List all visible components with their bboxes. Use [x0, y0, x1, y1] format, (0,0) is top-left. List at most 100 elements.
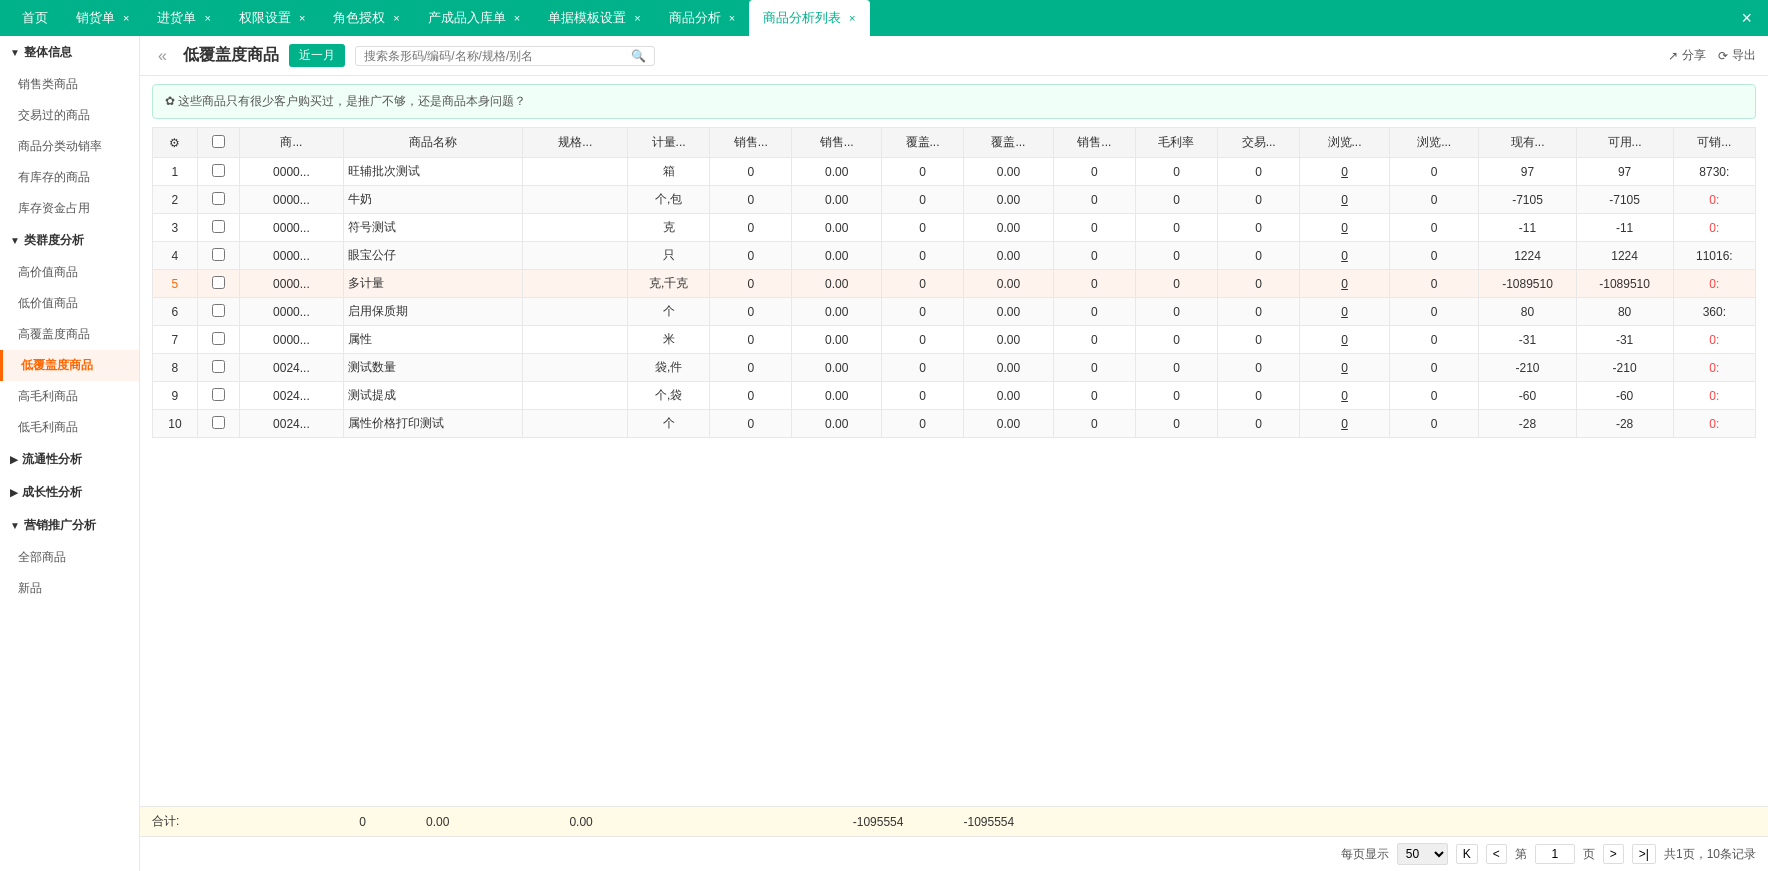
row-checkbox-cell[interactable]: [197, 186, 239, 214]
export-button[interactable]: ⟳ 导出: [1718, 47, 1756, 64]
row-checkbox-cell[interactable]: [197, 382, 239, 410]
transactions: 0: [1218, 298, 1300, 326]
nav-tab-product-in[interactable]: 产成品入库单 ×: [414, 0, 534, 36]
row-checkbox[interactable]: [212, 276, 225, 289]
product-spec: [523, 158, 628, 186]
sidebar-section-cluster[interactable]: ▼ 类群度分析: [0, 224, 139, 257]
close-icon[interactable]: ×: [123, 12, 129, 24]
row-checkbox[interactable]: [212, 332, 225, 345]
coverage1: 0: [881, 354, 963, 382]
row-checkbox-cell[interactable]: [197, 326, 239, 354]
sidebar-item-sale-products[interactable]: 销售类商品: [0, 69, 139, 100]
sidebar-section-growth[interactable]: ▶ 成长性分析: [0, 476, 139, 509]
per-page-select[interactable]: 50 20 100 200: [1397, 843, 1448, 865]
share-button[interactable]: ↗ 分享: [1668, 47, 1706, 64]
row-checkbox[interactable]: [212, 416, 225, 429]
browse1[interactable]: 0: [1300, 214, 1390, 242]
product-name[interactable]: 测试数量: [344, 354, 523, 382]
row-number: 1: [153, 158, 198, 186]
col-header-sale-amt: 销售...: [792, 128, 882, 158]
row-checkbox-cell[interactable]: [197, 158, 239, 186]
nav-tab-analysis-list[interactable]: 商品分析列表 ×: [749, 0, 869, 36]
row-checkbox-cell[interactable]: [197, 270, 239, 298]
browse1[interactable]: 0: [1300, 298, 1390, 326]
row-checkbox[interactable]: [212, 248, 225, 261]
first-page-button[interactable]: K: [1456, 844, 1478, 864]
table-row: 2 0000... 牛奶 个,包 0 0.00 0 0.00 0 0 0 0 0…: [153, 186, 1756, 214]
row-checkbox[interactable]: [212, 388, 225, 401]
sidebar-item-all-products[interactable]: 全部商品: [0, 542, 139, 573]
nav-tab-permission[interactable]: 权限设置 ×: [225, 0, 319, 36]
row-checkbox-cell[interactable]: [197, 354, 239, 382]
row-checkbox-cell[interactable]: [197, 410, 239, 438]
nav-tab-role[interactable]: 角色授权 ×: [319, 0, 413, 36]
search-icon[interactable]: 🔍: [631, 49, 646, 63]
sidebar-section-liquidity[interactable]: ▶ 流通性分析: [0, 443, 139, 476]
close-icon[interactable]: ×: [514, 12, 520, 24]
sidebar-item-new-products[interactable]: 新品: [0, 573, 139, 604]
row-checkbox-cell[interactable]: [197, 298, 239, 326]
product-name[interactable]: 多计量: [344, 270, 523, 298]
product-name[interactable]: 牛奶: [344, 186, 523, 214]
select-all-checkbox[interactable]: [212, 135, 225, 148]
browse1[interactable]: 0: [1300, 326, 1390, 354]
product-code: 0000...: [239, 270, 344, 298]
prev-page-button[interactable]: <: [1486, 844, 1507, 864]
browse1[interactable]: 0: [1300, 382, 1390, 410]
settings-icon[interactable]: ⚙: [153, 128, 198, 158]
product-name[interactable]: 旺辅批次测试: [344, 158, 523, 186]
row-checkbox[interactable]: [212, 220, 225, 233]
sidebar-item-traded-products[interactable]: 交易过的商品: [0, 100, 139, 131]
close-all-button[interactable]: ×: [1733, 8, 1760, 29]
close-icon[interactable]: ×: [729, 12, 735, 24]
close-icon[interactable]: ×: [634, 12, 640, 24]
sidebar-item-high-margin[interactable]: 高毛利商品: [0, 381, 139, 412]
coverage1: 0: [881, 382, 963, 410]
collapse-button[interactable]: «: [152, 45, 173, 67]
browse1[interactable]: 0: [1300, 242, 1390, 270]
nav-tab-template[interactable]: 单据模板设置 ×: [534, 0, 654, 36]
sidebar-item-high-value[interactable]: 高价值商品: [0, 257, 139, 288]
nav-tab-purchase[interactable]: 进货单 ×: [143, 0, 224, 36]
nav-tab-home[interactable]: 首页: [8, 0, 62, 36]
row-checkbox[interactable]: [212, 192, 225, 205]
page-number-input[interactable]: [1535, 844, 1575, 864]
product-name[interactable]: 属性价格打印测试: [344, 410, 523, 438]
nav-tab-analysis[interactable]: 商品分析 ×: [655, 0, 749, 36]
sidebar-item-low-value[interactable]: 低价值商品: [0, 288, 139, 319]
browse1[interactable]: 0: [1300, 354, 1390, 382]
row-checkbox[interactable]: [212, 360, 225, 373]
select-all-header[interactable]: [197, 128, 239, 158]
browse1[interactable]: 0: [1300, 158, 1390, 186]
product-name[interactable]: 符号测试: [344, 214, 523, 242]
row-checkbox-cell[interactable]: [197, 242, 239, 270]
time-filter-button[interactable]: 近一月: [289, 44, 345, 67]
search-input[interactable]: [364, 49, 625, 63]
browse1[interactable]: 0: [1300, 410, 1390, 438]
close-icon[interactable]: ×: [849, 12, 855, 24]
product-name[interactable]: 属性: [344, 326, 523, 354]
sidebar-item-low-coverage[interactable]: 低覆盖度商品: [0, 350, 139, 381]
row-checkbox-cell[interactable]: [197, 214, 239, 242]
close-icon[interactable]: ×: [393, 12, 399, 24]
last-page-button[interactable]: >|: [1632, 844, 1656, 864]
product-code: 0000...: [239, 298, 344, 326]
sidebar-section-marketing[interactable]: ▼ 营销推广分析: [0, 509, 139, 542]
row-checkbox[interactable]: [212, 304, 225, 317]
close-icon[interactable]: ×: [299, 12, 305, 24]
sidebar-item-category-rate[interactable]: 商品分类动销率: [0, 131, 139, 162]
sidebar-item-low-margin[interactable]: 低毛利商品: [0, 412, 139, 443]
next-page-button[interactable]: >: [1603, 844, 1624, 864]
sidebar-section-overall[interactable]: ▼ 整体信息: [0, 36, 139, 69]
product-name[interactable]: 启用保质期: [344, 298, 523, 326]
row-checkbox[interactable]: [212, 164, 225, 177]
browse1[interactable]: 0: [1300, 270, 1390, 298]
nav-tab-sales[interactable]: 销货单 ×: [62, 0, 143, 36]
product-name[interactable]: 眼宝公仔: [344, 242, 523, 270]
sidebar-item-stock-capital[interactable]: 库存资金占用: [0, 193, 139, 224]
sidebar-item-stocked-products[interactable]: 有库存的商品: [0, 162, 139, 193]
product-name[interactable]: 测试提成: [344, 382, 523, 410]
browse1[interactable]: 0: [1300, 186, 1390, 214]
sidebar-item-high-coverage[interactable]: 高覆盖度商品: [0, 319, 139, 350]
close-icon[interactable]: ×: [204, 12, 210, 24]
